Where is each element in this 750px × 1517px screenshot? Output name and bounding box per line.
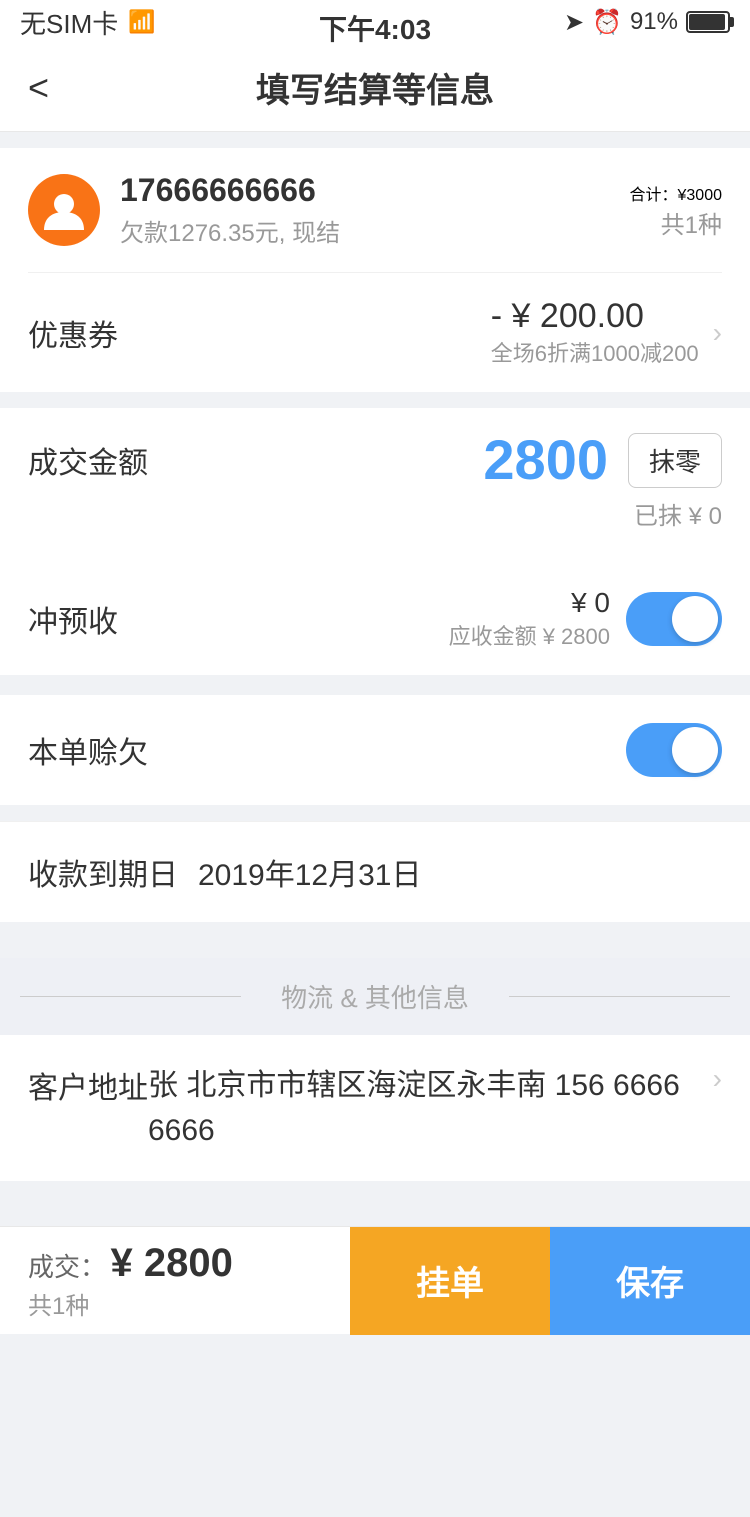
save-button[interactable]: 保存 [550, 1227, 750, 1335]
amount-value: 2800 [483, 432, 608, 488]
logistics-header: 物流 & 其他信息 [0, 958, 750, 1035]
user-right: 合计：¥3000 共1种 [629, 181, 722, 240]
coupon-label: 优惠券 [28, 311, 118, 355]
user-info: 17666666666 欠款1276.35元, 现结 [120, 172, 340, 248]
battery-icon [686, 11, 730, 33]
user-row: 17666666666 欠款1276.35元, 现结 合计：¥3000 共1种 [0, 148, 750, 272]
logistics-title: 物流 & 其他信息 [281, 978, 469, 1015]
hold-button[interactable]: 挂单 [350, 1227, 550, 1335]
deposit-section: 冲预收 ¥ 0 应收金额 ¥ 2800 [0, 563, 750, 675]
total-value-text: ¥3000 [678, 187, 723, 204]
deposit-right: ¥ 0 应收金额 ¥ 2800 [449, 587, 722, 651]
address-row[interactable]: 客户地址 张 北京市市辖区海淀区永丰南 156 6666 6666 › [0, 1035, 750, 1181]
status-left: 无SIM卡 📶 [20, 4, 156, 41]
nav-bar: < 填写结算等信息 [0, 44, 750, 132]
address-section: 客户地址 张 北京市市辖区海淀区永丰南 156 6666 6666 › [0, 1035, 750, 1181]
total-label-text: 合计： [629, 187, 677, 204]
deposit-label: 冲预收 [28, 597, 118, 641]
page-title: 填写结算等信息 [256, 63, 494, 112]
due-row: 收款到期日 2019年12月31日 [0, 822, 750, 922]
coupon-right: - ¥ 200.00 全场6折满1000减200 › [491, 297, 722, 368]
due-value: 2019年12月31日 [198, 850, 421, 894]
total-label: 合计：¥3000 [629, 181, 722, 205]
coupon-row[interactable]: 优惠券 - ¥ 200.00 全场6折满1000减200 › [0, 273, 750, 392]
deposit-value: ¥ 0 [449, 587, 610, 619]
debt-row: 本单赊欠 [0, 695, 750, 805]
debt-toggle-thumb [672, 727, 718, 773]
carrier-text: 无SIM卡 [20, 4, 118, 41]
debt-toggle[interactable] [626, 723, 722, 777]
address-label: 客户地址 [28, 1063, 148, 1107]
round-zero-button[interactable]: 抹零 [628, 433, 722, 488]
battery-percent: 91% [630, 8, 678, 36]
bottom-count: 共1种 [28, 1286, 322, 1321]
status-time: 下午4:03 [319, 8, 431, 48]
deposit-toggle[interactable] [626, 592, 722, 646]
amount-label: 成交金额 [28, 438, 148, 482]
due-label: 收款到期日 [28, 850, 178, 894]
spacer2 [0, 938, 750, 958]
amount-row: 成交金额 2800 抹零 [28, 432, 722, 488]
location-icon: ➤ [564, 8, 584, 37]
address-value: 张 北京市市辖区海淀区永丰南 156 6666 6666 [148, 1063, 709, 1153]
bottom-bar: 成交： ¥ 2800 共1种 挂单 保存 [0, 1226, 750, 1334]
wifi-icon: 📶 [128, 9, 155, 35]
total-count: 共1种 [629, 205, 722, 240]
debt-label: 本单赊欠 [28, 728, 148, 772]
due-date-section: 收款到期日 2019年12月31日 [0, 821, 750, 922]
avatar [28, 174, 100, 246]
toggle-thumb [672, 596, 718, 642]
deposit-sub: 应收金额 ¥ 2800 [449, 619, 610, 651]
bottom-amount: ¥ 2800 [110, 1241, 232, 1285]
amount-right: 2800 抹零 [483, 432, 722, 488]
bottom-summary: 成交： ¥ 2800 共1种 [0, 1241, 350, 1321]
user-phone: 17666666666 [120, 172, 340, 209]
coupon-chevron-icon: › [713, 317, 722, 349]
spacer1 [0, 675, 750, 695]
address-chevron-icon: › [713, 1063, 722, 1095]
debt-section: 本单赊欠 [0, 695, 750, 805]
status-bar: 无SIM卡 📶 下午4:03 ➤ ⏰ 91% [0, 0, 750, 44]
coupon-desc: 全场6折满1000减200 [491, 336, 699, 368]
bottom-deal-label: 成交： [28, 1252, 106, 1282]
user-left: 17666666666 欠款1276.35元, 现结 [28, 172, 340, 248]
user-card: 17666666666 欠款1276.35元, 现结 合计：¥3000 共1种 … [0, 148, 750, 392]
amount-sub: 已抹 ¥ 0 [634, 503, 722, 530]
logistics-line-left [20, 996, 241, 997]
status-right: ➤ ⏰ 91% [564, 8, 730, 37]
back-button[interactable]: < [28, 67, 49, 109]
alarm-icon: ⏰ [592, 8, 622, 37]
user-debt: 欠款1276.35元, 现结 [120, 213, 340, 248]
coupon-discount: - ¥ 200.00 [491, 297, 699, 336]
logistics-line-right [509, 996, 730, 997]
deposit-row: 冲预收 ¥ 0 应收金额 ¥ 2800 [0, 563, 750, 675]
amount-section: 成交金额 2800 抹零 已抹 ¥ 0 [0, 408, 750, 563]
